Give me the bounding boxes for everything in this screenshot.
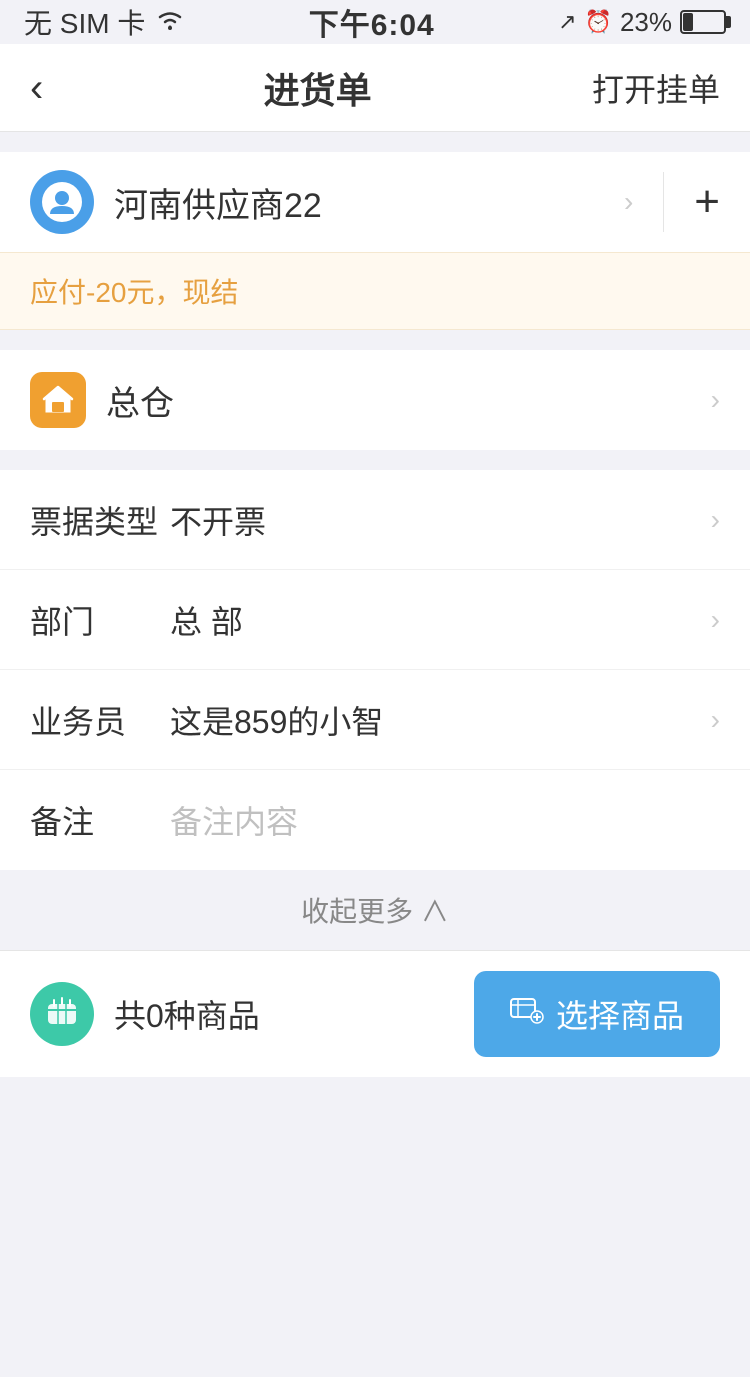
back-button[interactable]: ‹ [30,68,43,108]
avatar-inner [42,182,82,222]
salesperson-chevron-icon: › [711,704,720,736]
note-value[interactable]: 备注内容 [170,797,720,843]
carrier-text: 无 SIM 卡 [24,2,145,42]
open-pending-button[interactable]: 打开挂单 [592,65,720,111]
product-count: 共0种商品 [114,991,474,1037]
notice-text: 应付-20元，现结 [30,277,238,308]
warehouse-section[interactable]: 总仓 › [0,350,750,450]
warehouse-icon [30,372,86,428]
cart-icon [30,982,94,1046]
supplier-chevron-icon: › [624,186,633,218]
invoice-type-value: 不开票 [170,497,711,543]
select-product-button[interactable]: 选择商品 [474,971,720,1057]
wifi-icon [155,6,185,38]
status-right: ↗ ⏰ 23% [558,7,726,38]
gray-fill-area [0,1077,750,1377]
alarm-icon: ⏰ [585,9,612,35]
notice-banner: 应付-20元，现结 [0,252,750,330]
bottom-bar: 共0种商品 选择商品 [0,950,750,1077]
note-label: 备注 [30,797,170,843]
status-left: 无 SIM 卡 [24,2,185,42]
invoice-type-label: 票据类型 [30,497,170,543]
battery-percent: 23% [620,7,672,38]
select-product-icon [510,996,544,1032]
invoice-type-chevron-icon: › [711,504,720,536]
add-supplier-button[interactable]: + [694,177,720,227]
supplier-section[interactable]: 河南供应商22 › + [0,152,750,252]
department-value: 总 部 [170,597,711,643]
supplier-divider [663,172,664,232]
department-label: 部门 [30,597,170,643]
note-row[interactable]: 备注 备注内容 [0,770,750,870]
invoice-type-row[interactable]: 票据类型 不开票 › [0,470,750,570]
collapse-button[interactable]: 收起更多 ∧ [301,890,449,930]
department-chevron-icon: › [711,604,720,636]
nav-bar: ‹ 进货单 打开挂单 [0,44,750,132]
gap-1 [0,132,750,152]
warehouse-chevron-icon: › [711,384,720,416]
location-icon: ↗ [558,9,576,35]
salesperson-value: 这是859的小智 [170,697,711,743]
page-title: 进货单 [264,62,372,114]
warehouse-name: 总仓 [106,376,711,425]
salesperson-row[interactable]: 业务员 这是859的小智 › [0,670,750,770]
select-product-label: 选择商品 [556,991,684,1037]
collapse-section[interactable]: 收起更多 ∧ [0,870,750,950]
form-section: 票据类型 不开票 › 部门 总 部 › 业务员 这是859的小智 › 备注 备注… [0,470,750,870]
department-row[interactable]: 部门 总 部 › [0,570,750,670]
status-bar: 无 SIM 卡 下午6:04 ↗ ⏰ 23% [0,0,750,44]
battery-icon [680,10,726,34]
salesperson-label: 业务员 [30,697,170,743]
supplier-name: 河南供应商22 [114,178,624,227]
status-time: 下午6:04 [309,0,435,44]
supplier-avatar [30,170,94,234]
